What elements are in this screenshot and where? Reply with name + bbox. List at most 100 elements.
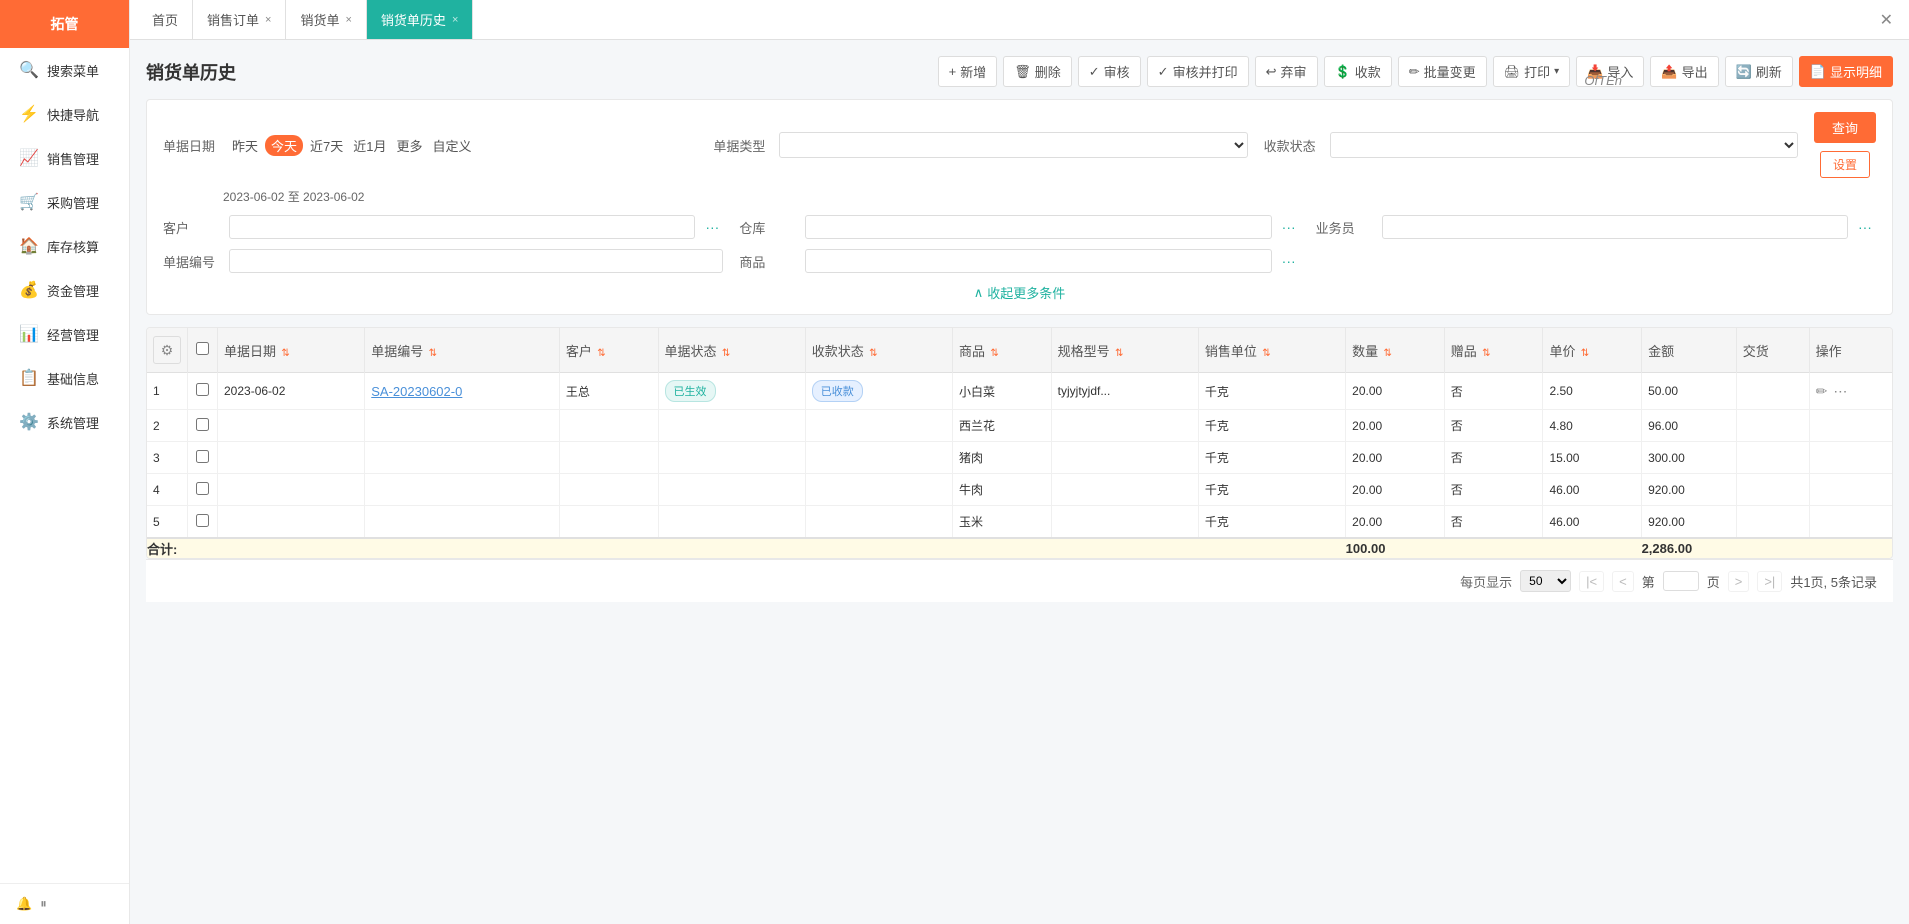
table-settings-gear[interactable]: ⚙ <box>153 336 181 364</box>
page-size-label: 每页显示 <box>1460 572 1512 591</box>
more-action-icon[interactable]: ⋯ <box>1833 383 1847 400</box>
sidebar-item-fund-mgmt[interactable]: 💰 资金管理 <box>0 268 129 312</box>
tab-sales-delivery-close[interactable]: × <box>345 14 351 26</box>
doc-no-link[interactable]: SA-20230602-0 <box>371 384 462 399</box>
display-detail-button[interactable]: 📄 显示明细 <box>1799 56 1893 87</box>
tab-sales-history-close[interactable]: × <box>452 14 458 26</box>
row-trade <box>1736 373 1809 410</box>
row-checkbox[interactable] <box>196 383 209 396</box>
shortcut-yesterday[interactable]: 昨天 <box>229 135 261 156</box>
shortcut-month[interactable]: 近1月 <box>350 135 389 156</box>
sidebar-item-sys-mgmt[interactable]: ⚙️ 系统管理 <box>0 400 129 444</box>
setup-button[interactable]: 设置 <box>1820 151 1870 178</box>
total-pages-info: 共1页, 5条记录 <box>1790 572 1877 591</box>
row-checkbox[interactable] <box>196 418 209 431</box>
sidebar-item-inventory-calc[interactable]: 🏠 库存核算 <box>0 224 129 268</box>
sidebar-item-ops-mgmt[interactable]: 📊 经营管理 <box>0 312 129 356</box>
warehouse-input[interactable] <box>805 215 1271 239</box>
row-checkbox[interactable] <box>196 514 209 527</box>
th-sales-unit[interactable]: 销售单位 ⇅ <box>1198 328 1345 373</box>
refresh-button[interactable]: 🔄 刷新 <box>1725 56 1793 87</box>
query-button[interactable]: 查询 <box>1814 112 1876 143</box>
footer-icon-left[interactable]: 🔔 <box>16 896 32 912</box>
th-spec[interactable]: 规格型号 ⇅ <box>1051 328 1198 373</box>
customer-picker-button[interactable]: ··· <box>701 219 723 235</box>
row-checkbox[interactable] <box>196 450 209 463</box>
row-gift: 否 <box>1444 373 1543 410</box>
row-checkbox[interactable] <box>196 482 209 495</box>
customer-input[interactable] <box>229 215 695 239</box>
collect-status-select[interactable] <box>1330 132 1798 158</box>
abandon-label: 弃审 <box>1280 62 1306 81</box>
prev-page-button[interactable]: < <box>1612 571 1634 592</box>
th-amount[interactable]: 金额 <box>1642 328 1737 373</box>
delete-button[interactable]: 🗑 删除 <box>1003 56 1072 87</box>
data-table: ⚙ 单据日期 ⇅ 单据编号 ⇅ <box>147 328 1892 558</box>
edit-action-icon[interactable]: ✏ <box>1816 383 1828 400</box>
th-unit-price[interactable]: 单价 ⇅ <box>1543 328 1642 373</box>
row-unit-price: 2.50 <box>1543 373 1642 410</box>
display-detail-icon: 📄 <box>1810 64 1826 80</box>
shortcut-custom[interactable]: 自定义 <box>430 135 475 156</box>
th-doc-status[interactable]: 单据状态 ⇅ <box>658 328 805 373</box>
row-collect-status <box>805 474 952 506</box>
next-page-button[interactable]: > <box>1728 571 1750 592</box>
tab-sales-order-close[interactable]: × <box>265 14 271 26</box>
batch-change-button[interactable]: ✏ 批量变更 <box>1398 56 1487 87</box>
abandon-button[interactable]: ↩ 弃审 <box>1255 56 1318 87</box>
th-product-label: 商品 <box>959 344 985 359</box>
salesperson-picker-button[interactable]: ··· <box>1854 219 1876 235</box>
product-picker-button[interactable]: ··· <box>1278 253 1300 269</box>
product-input[interactable] <box>805 249 1271 273</box>
row-checkbox-cell <box>188 506 218 539</box>
footer-icon-right[interactable]: ⏸ <box>40 896 47 912</box>
warehouse-label: 仓库 <box>739 218 799 237</box>
th-doc-no[interactable]: 单据编号 ⇅ <box>365 328 560 373</box>
sidebar-item-basic-info[interactable]: 📋 基础信息 <box>0 356 129 400</box>
th-quantity[interactable]: 数量 ⇅ <box>1346 328 1445 373</box>
first-page-button[interactable]: |< <box>1579 571 1604 592</box>
sidebar-item-sales-mgmt[interactable]: 📈 销售管理 <box>0 136 129 180</box>
th-product[interactable]: 商品 ⇅ <box>953 328 1052 373</box>
collect-button[interactable]: 💲 收款 <box>1324 56 1392 87</box>
th-gift[interactable]: 赠品 ⇅ <box>1444 328 1543 373</box>
shortcut-week[interactable]: 近7天 <box>307 135 346 156</box>
export-button[interactable]: 📤 导出 <box>1650 56 1718 87</box>
tab-sales-delivery[interactable]: 销货单 × <box>286 0 366 39</box>
tab-sales-history[interactable]: 销货单历史 × <box>367 0 473 39</box>
print-button[interactable]: 🖨 打印 ▾ <box>1493 56 1571 87</box>
new-button[interactable]: + 新增 <box>938 56 998 87</box>
tab-home[interactable]: 首页 <box>138 0 193 39</box>
collapse-button[interactable]: ∧ 收起更多条件 <box>163 283 1876 302</box>
sidebar-item-label: 基础信息 <box>47 369 99 388</box>
select-all-checkbox[interactable] <box>196 342 209 355</box>
shortcut-more[interactable]: 更多 <box>394 135 426 156</box>
th-collect-status[interactable]: 收款状态 ⇅ <box>805 328 952 373</box>
sidebar-item-search-menu[interactable]: 🔍 搜索菜单 <box>0 48 129 92</box>
salesperson-input[interactable] <box>1382 215 1848 239</box>
doc-no-input[interactable] <box>229 249 723 273</box>
window-close-button[interactable]: ✕ <box>1872 10 1901 30</box>
th-settings[interactable]: ⚙ <box>147 328 188 373</box>
row-spec: tyjyjtyjdf... <box>1051 373 1198 410</box>
page-size-select[interactable]: 20 50 100 <box>1520 570 1571 592</box>
th-customer[interactable]: 客户 ⇅ <box>559 328 658 373</box>
th-checkbox[interactable] <box>188 328 218 373</box>
sidebar-item-purchase-mgmt[interactable]: 🛒 采购管理 <box>0 180 129 224</box>
tab-sales-order[interactable]: 销售订单 × <box>193 0 286 39</box>
filter-customer: 客户 ··· <box>163 215 723 239</box>
sidebar-item-quick-nav[interactable]: ⚡ 快捷导航 <box>0 92 129 136</box>
shortcut-today[interactable]: 今天 <box>265 135 303 156</box>
audit-print-button[interactable]: ✓ 审核并打印 <box>1147 56 1249 87</box>
doc-type-select[interactable] <box>779 132 1247 158</box>
row-quantity: 20.00 <box>1346 474 1445 506</box>
th-trade[interactable]: 交货 <box>1736 328 1809 373</box>
page-title: 销货单历史 <box>146 59 236 85</box>
row-customer <box>559 506 658 539</box>
th-doc-date[interactable]: 单据日期 ⇅ <box>218 328 365 373</box>
last-page-button[interactable]: >| <box>1757 571 1782 592</box>
th-doc-no-label: 单据编号 <box>371 344 423 359</box>
page-number-input[interactable]: 1 <box>1663 571 1699 591</box>
warehouse-picker-button[interactable]: ··· <box>1278 219 1300 235</box>
audit-button[interactable]: ✓ 审核 <box>1078 56 1141 87</box>
